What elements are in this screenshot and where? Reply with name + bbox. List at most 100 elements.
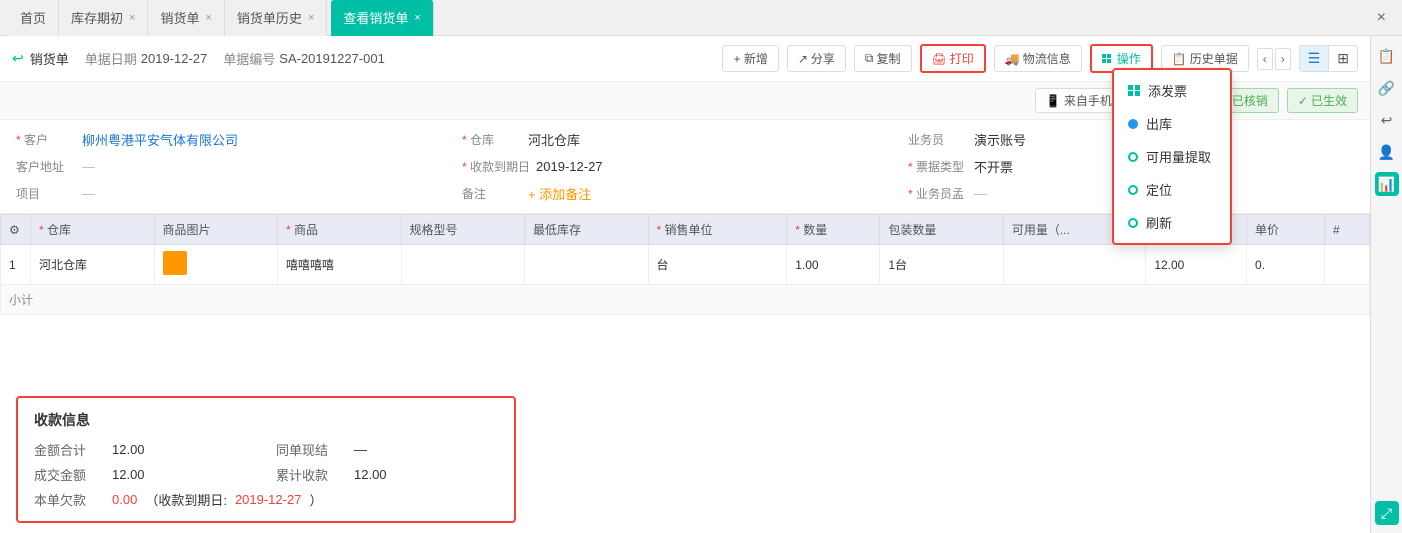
row-qty[interactable]: 1.00 <box>787 245 880 285</box>
operation-grid-icon <box>1102 54 1112 64</box>
row-warehouse[interactable]: 河北仓库 <box>31 245 155 285</box>
due-date: 2019-12-27 <box>235 492 302 507</box>
salesman-value: 演示账号 <box>974 130 1026 149</box>
tab-sales[interactable]: 销货单 × <box>148 0 224 36</box>
col-settings[interactable]: ⚙ <box>1 215 31 245</box>
new-button[interactable]: + 新增 <box>722 45 778 72</box>
share-button[interactable]: ↗ 分享 <box>787 45 846 72</box>
dropdown-refresh[interactable]: 刷新 <box>1114 206 1230 239</box>
payment-info: 收款信息 金额合计 12.00 同单现结 — 成交金额 12.00 <box>16 396 516 523</box>
share-icon: ↗ <box>798 52 808 66</box>
sidebar-icon-3[interactable]: ↩ <box>1375 108 1399 132</box>
sidebar-expand-icon[interactable]: ⤢ <box>1375 501 1399 525</box>
prev-button[interactable]: ‹ <box>1257 48 1273 70</box>
payment-date-value[interactable]: 2019-12-27 <box>536 159 603 174</box>
grid-view-button[interactable]: ⊞ <box>1329 46 1357 71</box>
invoice-type-label: 票据类型 <box>908 158 968 175</box>
total-row: 金额合计 12.00 <box>34 440 256 459</box>
date-meta: 单据日期 2019-12-27 <box>85 49 208 68</box>
from-phone-button[interactable]: 📱 来自手机 <box>1035 88 1123 113</box>
close-tab-view-sales[interactable]: × <box>414 12 420 24</box>
circle-icon-3 <box>1128 218 1138 228</box>
project-label: 项目 <box>16 185 76 202</box>
dropdown-outbound[interactable]: 出库 <box>1114 107 1230 140</box>
history-icon: 📋 <box>1172 52 1187 66</box>
warehouse-value[interactable]: 河北仓库 <box>528 130 580 149</box>
warehouse-label: 仓库 <box>462 131 522 148</box>
cumulative-label: 累计收款 <box>276 465 346 484</box>
customer-value[interactable]: 柳州粤港平安气体有限公司 <box>82 130 238 149</box>
col-pack-qty: 包装数量 <box>880 215 1004 245</box>
deal-value: 12.00 <box>112 467 145 482</box>
grid-icon <box>1128 85 1140 97</box>
dropdown-available-qty[interactable]: 可用量提取 <box>1114 140 1230 173</box>
close-tab-sales[interactable]: × <box>205 12 211 24</box>
payment-date-label: 收款到期日 <box>462 158 530 175</box>
right-sidebar: 📋 🔗 ↩ 👤 📊 ⤢ <box>1370 36 1402 533</box>
payment-grid: 金额合计 12.00 同单现结 — 成交金额 12.00 累计收款 12.00 <box>34 440 498 509</box>
due-note2: ） <box>309 490 322 509</box>
col-spec: 规格型号 <box>401 215 525 245</box>
logistics-icon: 🚚 <box>1005 52 1020 66</box>
subtotal-row: 小计 <box>1 285 1370 315</box>
same-order-row: 同单现结 — <box>276 440 498 459</box>
due-row: 本单欠款 0.00 （收款到期日: 2019-12-27 ） <box>34 490 498 509</box>
due-value: 0.00 <box>112 492 137 507</box>
doc-title: ↩ 销货单 <box>12 49 69 68</box>
row-extra <box>1324 245 1369 285</box>
copy-icon: ⧉ <box>865 51 874 66</box>
address-label: 客户地址 <box>16 158 76 175</box>
row-product[interactable]: 嘻嘻嘻嘻 <box>278 245 402 285</box>
dropdown-add-invoice[interactable]: 添发票 <box>1114 74 1230 107</box>
total-value: 12.00 <box>112 442 145 457</box>
salesman2-value[interactable]: — <box>974 186 987 201</box>
print-button[interactable]: 🖨 打印 <box>920 44 986 73</box>
copy-button[interactable]: ⧉ 复制 <box>854 45 912 72</box>
tab-inventory[interactable]: 库存期初 × <box>59 0 148 36</box>
salesman-label: 业务员 <box>908 131 968 148</box>
doc-type-label: 销货单 <box>30 49 69 68</box>
list-view-button[interactable]: ☰ <box>1300 46 1330 71</box>
project-field: 项目 — <box>16 184 462 203</box>
no-meta: 单据编号 SA-20191227-001 <box>223 49 385 68</box>
tab-home[interactable]: 首页 <box>8 0 59 36</box>
dropdown-locate[interactable]: 定位 <box>1114 173 1230 206</box>
sidebar-icon-2[interactable]: 🔗 <box>1375 76 1399 100</box>
customer-label: 客户 <box>16 131 76 148</box>
close-tab-sales-history[interactable]: × <box>308 12 314 24</box>
effected-button[interactable]: ✓ 已生效 <box>1287 88 1358 113</box>
close-tab-inventory[interactable]: × <box>129 12 135 24</box>
cumulative-row: 累计收款 12.00 <box>276 465 498 484</box>
col-product: * 商品 <box>278 215 402 245</box>
deal-label: 成交金额 <box>34 465 104 484</box>
check-icon-2: ✓ <box>1298 94 1308 108</box>
blue-circle-icon <box>1128 119 1138 129</box>
sidebar-icon-1[interactable]: 📋 <box>1375 44 1399 68</box>
table-row: 1 河北仓库 嘻嘻嘻嘻 台 1.00 1台 12.00 0. <box>1 245 1370 285</box>
close-all-tabs[interactable]: × <box>1369 9 1394 27</box>
tab-sales-history[interactable]: 销货单历史 × <box>225 0 327 36</box>
next-button[interactable]: › <box>1275 48 1291 70</box>
row-spec[interactable] <box>401 245 525 285</box>
cumulative-value: 12.00 <box>354 467 387 482</box>
due-note: （收款到期日: <box>145 490 227 509</box>
add-remark-button[interactable]: + 添加备注 <box>528 184 591 203</box>
row-available <box>1003 245 1145 285</box>
row-pack-qty[interactable]: 1台 <box>880 245 1004 285</box>
tab-view-sales[interactable]: 查看销货单 × <box>331 0 433 36</box>
row-unit[interactable]: 台 <box>648 245 787 285</box>
sidebar-icon-4[interactable]: 👤 <box>1375 140 1399 164</box>
col-extra: # <box>1324 215 1369 245</box>
col-qty: * 数量 <box>787 215 880 245</box>
invoice-type-value[interactable]: 不开票 <box>974 157 1013 176</box>
project-value[interactable]: — <box>82 186 95 201</box>
col-price: 单价 <box>1247 215 1325 245</box>
row-no: 1 <box>1 245 31 285</box>
tab-bar: 首页 库存期初 × 销货单 × 销货单历史 × 查看销货单 × × <box>0 0 1402 36</box>
address-value[interactable]: — <box>82 159 95 174</box>
row-price[interactable]: 0. <box>1247 245 1325 285</box>
remark-field: 备注 + 添加备注 <box>462 184 908 203</box>
logistics-button[interactable]: 🚚 物流信息 <box>994 45 1082 72</box>
warehouse-field: 仓库 河北仓库 <box>462 130 908 149</box>
sidebar-icon-5[interactable]: 📊 <box>1375 172 1399 196</box>
